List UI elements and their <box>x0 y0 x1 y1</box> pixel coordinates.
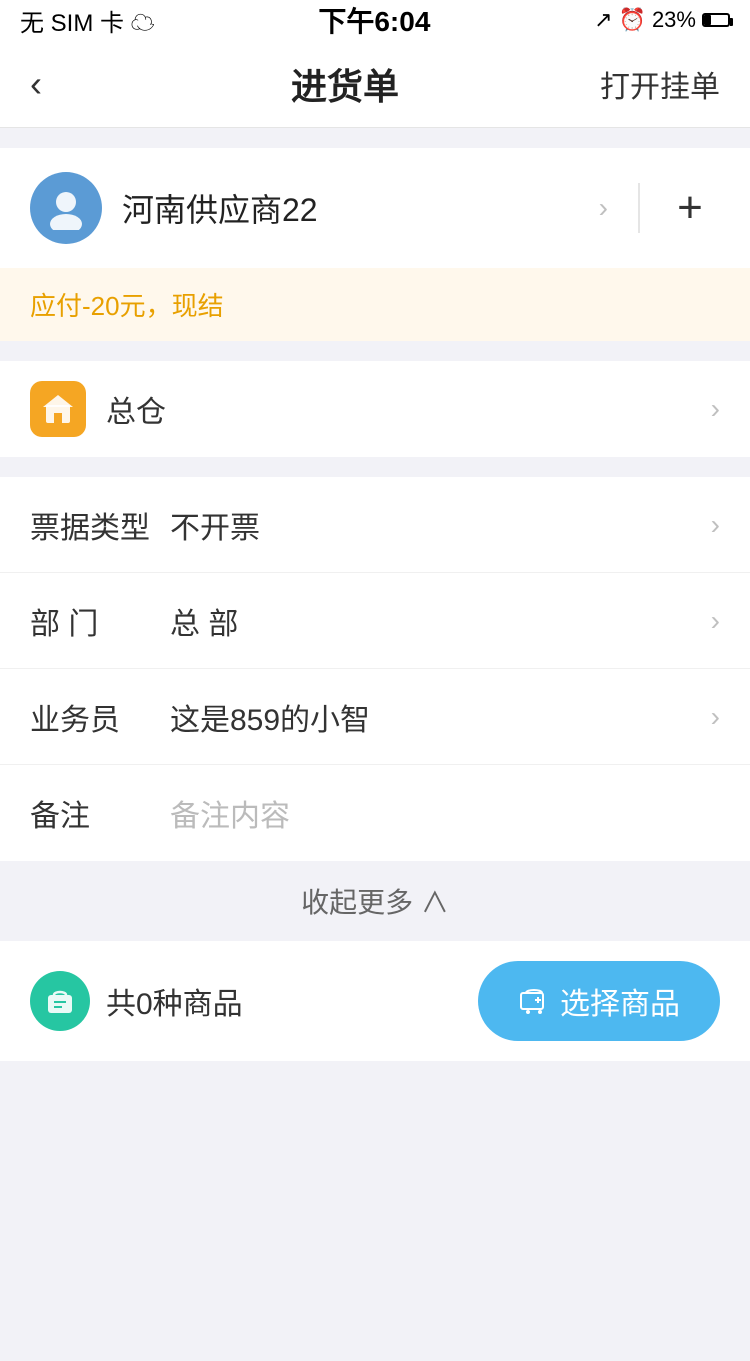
collapse-bar[interactable]: 收起更多 ∧ <box>0 861 750 941</box>
status-time: 下午6:04 <box>318 0 430 40</box>
salesperson-row[interactable]: 业务员 这是859的小智 › <box>0 669 750 765</box>
warehouse-icon-bg <box>30 381 86 437</box>
cart-icon <box>518 985 550 1017</box>
department-row[interactable]: 部 门 总 部 › <box>0 573 750 669</box>
location-icon: ↗ <box>594 7 612 33</box>
bottom-bar: 共0种商品 选择商品 <box>0 941 750 1061</box>
battery-icon <box>702 13 730 27</box>
warehouse-name: 总仓 <box>106 387 711 431</box>
divider-2 <box>0 341 750 361</box>
supplier-divider <box>638 183 640 233</box>
department-label: 部 门 <box>30 599 170 643</box>
supplier-section: 河南供应商22 › + 应付-20元，现结 <box>0 148 750 341</box>
battery-text: 23% <box>652 7 696 33</box>
supplier-avatar <box>30 172 102 244</box>
select-goods-label: 选择商品 <box>560 979 680 1023</box>
goods-info: 共0种商品 <box>30 971 243 1031</box>
page-title: 进货单 <box>291 58 399 110</box>
status-left: 无 SIM 卡 ☁ <box>20 3 155 38</box>
gray-area <box>0 1061 750 1361</box>
supplier-row[interactable]: 河南供应商22 › + <box>0 148 750 268</box>
salesperson-chevron-icon: › <box>711 701 720 733</box>
ticket-type-label: 票据类型 <box>30 503 170 547</box>
remark-placeholder: 备注内容 <box>170 791 720 835</box>
form-section: 票据类型 不开票 › 部 门 总 部 › 业务员 这是859的小智 › 备注 备… <box>0 477 750 861</box>
ticket-type-chevron-icon: › <box>711 509 720 541</box>
department-value: 总 部 <box>170 599 711 643</box>
select-goods-button[interactable]: 选择商品 <box>478 961 720 1041</box>
divider-1 <box>0 128 750 148</box>
warehouse-section: 总仓 › <box>0 361 750 457</box>
remark-row[interactable]: 备注 备注内容 <box>0 765 750 861</box>
supplier-name: 河南供应商22 <box>122 185 599 231</box>
nav-bar: ‹ 进货单 打开挂单 <box>0 40 750 128</box>
remark-label: 备注 <box>30 791 170 835</box>
alarm-icon: ⏰ <box>619 7 646 33</box>
back-button[interactable]: ‹ <box>30 63 90 105</box>
open-pending-button[interactable]: 打开挂单 <box>600 62 720 106</box>
divider-3 <box>0 457 750 477</box>
add-supplier-button[interactable]: + <box>660 183 720 233</box>
warehouse-chevron-icon: › <box>711 393 720 425</box>
salesperson-label: 业务员 <box>30 695 170 739</box>
supplier-notice: 应付-20元，现结 <box>0 268 750 341</box>
goods-icon-bg <box>30 971 90 1031</box>
warehouse-row[interactable]: 总仓 › <box>0 361 750 457</box>
goods-count-text: 共0种商品 <box>106 979 243 1023</box>
salesperson-value: 这是859的小智 <box>170 695 711 739</box>
sim-status: 无 SIM 卡 ☁ <box>20 3 155 38</box>
department-chevron-icon: › <box>711 605 720 637</box>
status-bar: 无 SIM 卡 ☁ 下午6:04 ↗ ⏰ 23% <box>0 0 750 40</box>
ticket-type-row[interactable]: 票据类型 不开票 › <box>0 477 750 573</box>
status-right: ↗ ⏰ 23% <box>594 7 730 33</box>
ticket-type-value: 不开票 <box>170 503 711 547</box>
supplier-chevron-icon: › <box>599 192 608 224</box>
